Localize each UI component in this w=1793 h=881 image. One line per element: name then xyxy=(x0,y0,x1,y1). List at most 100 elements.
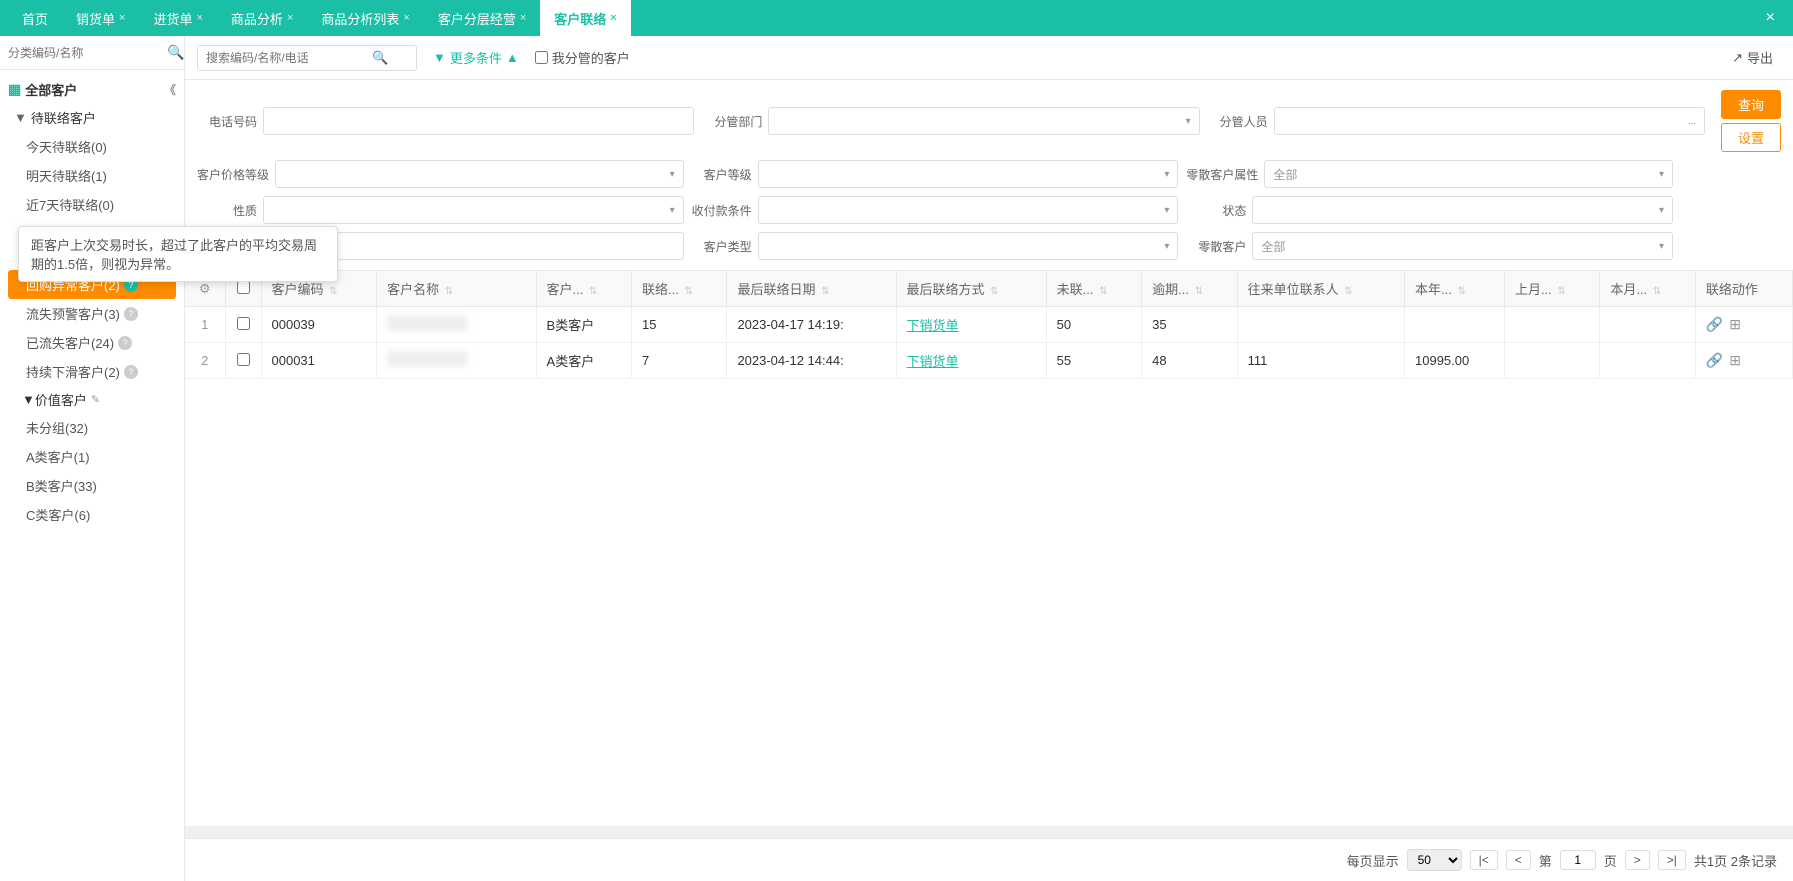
row1-checkbox[interactable] xyxy=(237,317,250,330)
nav-sales-order-close[interactable]: × xyxy=(119,12,125,24)
customer-grade-select[interactable]: ▾ xyxy=(758,160,1179,188)
my-customers-checkbox-label[interactable]: 我分管的客户 xyxy=(535,48,630,67)
sidebar-item-churn-warning[interactable]: 流失预警客户(3) ? xyxy=(8,299,176,328)
row1-type: B类客户 xyxy=(536,307,631,343)
row2-link-icon[interactable]: 🔗 xyxy=(1706,352,1723,369)
this-month-sort-icon[interactable]: ⇅ xyxy=(1653,286,1661,297)
filter-customer-type: 客户类型 ▾ xyxy=(692,232,1179,260)
next-page-button[interactable]: > xyxy=(1625,850,1650,870)
nav-product-analysis-list-close[interactable]: × xyxy=(403,12,409,24)
nav-product-analysis-close[interactable]: × xyxy=(287,12,293,24)
contact-count-sort-icon[interactable]: ⇅ xyxy=(684,286,692,297)
customer-type-select[interactable]: ▾ xyxy=(758,232,1179,260)
settings-icon[interactable]: ⚙ xyxy=(199,281,211,296)
sidebar-item-a-class[interactable]: A类客户(1) xyxy=(8,442,176,471)
nav-product-analysis[interactable]: 商品分析 × xyxy=(217,0,307,36)
more-filters-button[interactable]: ▼ 更多条件 ▲ xyxy=(425,44,527,71)
manager-more-icon: ... xyxy=(1688,116,1696,127)
row1-action-buttons: 🔗 ⊞ xyxy=(1706,316,1782,333)
sidebar-pending-group[interactable]: ▼ 待联络客户 xyxy=(8,103,176,132)
page-size-select[interactable]: 50 100 200 xyxy=(1407,849,1462,871)
row1-actions: 🔗 ⊞ xyxy=(1695,307,1792,343)
last-page-button[interactable]: >| xyxy=(1658,850,1686,870)
nav-home[interactable]: 首页 xyxy=(8,0,62,36)
price-grade-select[interactable]: ▾ xyxy=(275,160,684,188)
phone-input[interactable] xyxy=(263,107,694,135)
nav-customer-contact[interactable]: 客户联络 × xyxy=(540,0,630,36)
col-overdue-header: 逾期... ⇅ xyxy=(1142,271,1237,307)
edit-icon[interactable]: ✎ xyxy=(91,393,100,406)
retail-attr-select[interactable]: 全部 ▾ xyxy=(1264,160,1673,188)
row2-last-method-link[interactable]: 下销货单 xyxy=(907,354,959,369)
this-year-sort-icon[interactable]: ⇅ xyxy=(1457,286,1465,297)
row2-overdue: 48 xyxy=(1142,343,1237,379)
row1-name-blurred xyxy=(387,315,467,331)
settings-button[interactable]: 设置 xyxy=(1721,123,1781,152)
sidebar-value-group[interactable]: ▼ 价值客户 ✎ xyxy=(8,386,176,413)
horizontal-scrollbar[interactable] xyxy=(185,826,1793,838)
dept-select[interactable]: ▾ xyxy=(768,107,1199,135)
price-grade-chevron: ▾ xyxy=(670,169,675,180)
last-date-sort-icon[interactable]: ⇅ xyxy=(821,286,829,297)
sidebar-search-icon[interactable]: 🔍 xyxy=(167,44,184,61)
manager-select[interactable]: ... xyxy=(1274,107,1705,135)
tooltip: 距客户上次交易时长，超过了此客户的平均交易周期的1.5倍，则视为异常。 xyxy=(18,226,338,282)
sidebar-collapse-btn[interactable]: 《 xyxy=(164,81,176,98)
col-type-header: 客户... ⇅ xyxy=(536,271,631,307)
row2-checkbox[interactable] xyxy=(237,353,250,366)
type-sort-icon[interactable]: ⇅ xyxy=(589,286,597,297)
nav-purchase-order[interactable]: 进货单 × xyxy=(139,0,216,36)
table-header: ⚙ 客户编码 ⇅ 客户名称 ⇅ xyxy=(185,271,1793,307)
search-input[interactable] xyxy=(206,51,366,65)
sidebar-item-declining[interactable]: 持续下滑客户(2) ? xyxy=(8,357,176,386)
toolbar-search-icon[interactable]: 🔍 xyxy=(372,50,388,66)
sidebar-item-today-pending[interactable]: 今天待联络(0) xyxy=(8,132,176,161)
nav-customer-contact-close[interactable]: × xyxy=(610,12,616,24)
last-month-sort-icon[interactable]: ⇅ xyxy=(1557,286,1565,297)
nav-customer-tier[interactable]: 客户分层经营 × xyxy=(424,0,540,36)
name-sort-icon[interactable]: ⇅ xyxy=(445,286,453,297)
retail-customer-select[interactable]: 全部 ▾ xyxy=(1252,232,1673,260)
sidebar-all-customers-header[interactable]: ▦ 全部客户 《 xyxy=(8,76,176,103)
nav-purchase-order-close[interactable]: × xyxy=(196,12,202,24)
overdue-sort-icon[interactable]: ⇅ xyxy=(1195,286,1203,297)
payment-select[interactable]: ▾ xyxy=(758,196,1179,224)
sidebar-item-tomorrow-pending[interactable]: 明天待联络(1) xyxy=(8,161,176,190)
sidebar-item-c-class[interactable]: C类客户(6) xyxy=(8,500,176,529)
sidebar-item-7day-pending[interactable]: 近7天待联络(0) xyxy=(8,190,176,219)
help-icon-churn-warning: ? xyxy=(124,307,138,321)
select-all-checkbox[interactable] xyxy=(237,281,250,294)
row2-grid-icon[interactable]: ⊞ xyxy=(1729,352,1741,369)
sidebar-item-b-class[interactable]: B类客户(33) xyxy=(8,471,176,500)
contacts-sort-icon[interactable]: ⇅ xyxy=(1344,286,1352,297)
code-sort-icon[interactable]: ⇅ xyxy=(329,286,337,297)
pagination: 每页显示 50 100 200 |< < 第 页 > >| 共1页 2条记录 xyxy=(185,838,1793,881)
nav-sales-order[interactable]: 销货单 × xyxy=(62,0,139,36)
row1-link-icon[interactable]: 🔗 xyxy=(1706,316,1723,333)
no-contact-sort-icon[interactable]: ⇅ xyxy=(1099,286,1107,297)
export-icon: ↗ xyxy=(1732,50,1743,66)
my-customers-checkbox[interactable] xyxy=(535,51,548,64)
sidebar-search-input[interactable] xyxy=(8,46,163,60)
nature-select[interactable]: ▾ xyxy=(263,196,684,224)
content-area: 🔍 ▼ 更多条件 ▲ 我分管的客户 ↗ 导出 电话号码 xyxy=(185,36,1793,881)
export-button[interactable]: ↗ 导出 xyxy=(1724,44,1781,71)
first-page-button[interactable]: |< xyxy=(1470,850,1498,870)
sidebar-item-ungroup[interactable]: 未分组(32) xyxy=(8,413,176,442)
filter-row-1: 电话号码 分管部门 ▾ 分管人员 ... xyxy=(197,90,1781,152)
nav-customer-tier-close[interactable]: × xyxy=(520,12,526,24)
row1-grid-icon[interactable]: ⊞ xyxy=(1729,316,1741,333)
last-method-sort-icon[interactable]: ⇅ xyxy=(990,286,998,297)
retail-attr-chevron: ▾ xyxy=(1659,169,1664,180)
nav-product-analysis-list[interactable]: 商品分析列表 × xyxy=(307,0,423,36)
prev-page-button[interactable]: < xyxy=(1506,850,1531,870)
sidebar-item-churned[interactable]: 已流失客户(24) ? xyxy=(8,328,176,357)
status-select[interactable]: ▾ xyxy=(1252,196,1673,224)
row1-last-method-link[interactable]: 下销货单 xyxy=(907,318,959,333)
filter-row-3: 性质 ▾ 收付款条件 ▾ 状态 xyxy=(197,196,1781,224)
row2-contacts: 111 xyxy=(1237,343,1404,379)
window-close-button[interactable]: × xyxy=(1756,9,1785,27)
query-button[interactable]: 查询 xyxy=(1721,90,1781,119)
col-last-contact-method-header: 最后联络方式 ⇅ xyxy=(896,271,1046,307)
page-number-input[interactable] xyxy=(1560,850,1596,870)
